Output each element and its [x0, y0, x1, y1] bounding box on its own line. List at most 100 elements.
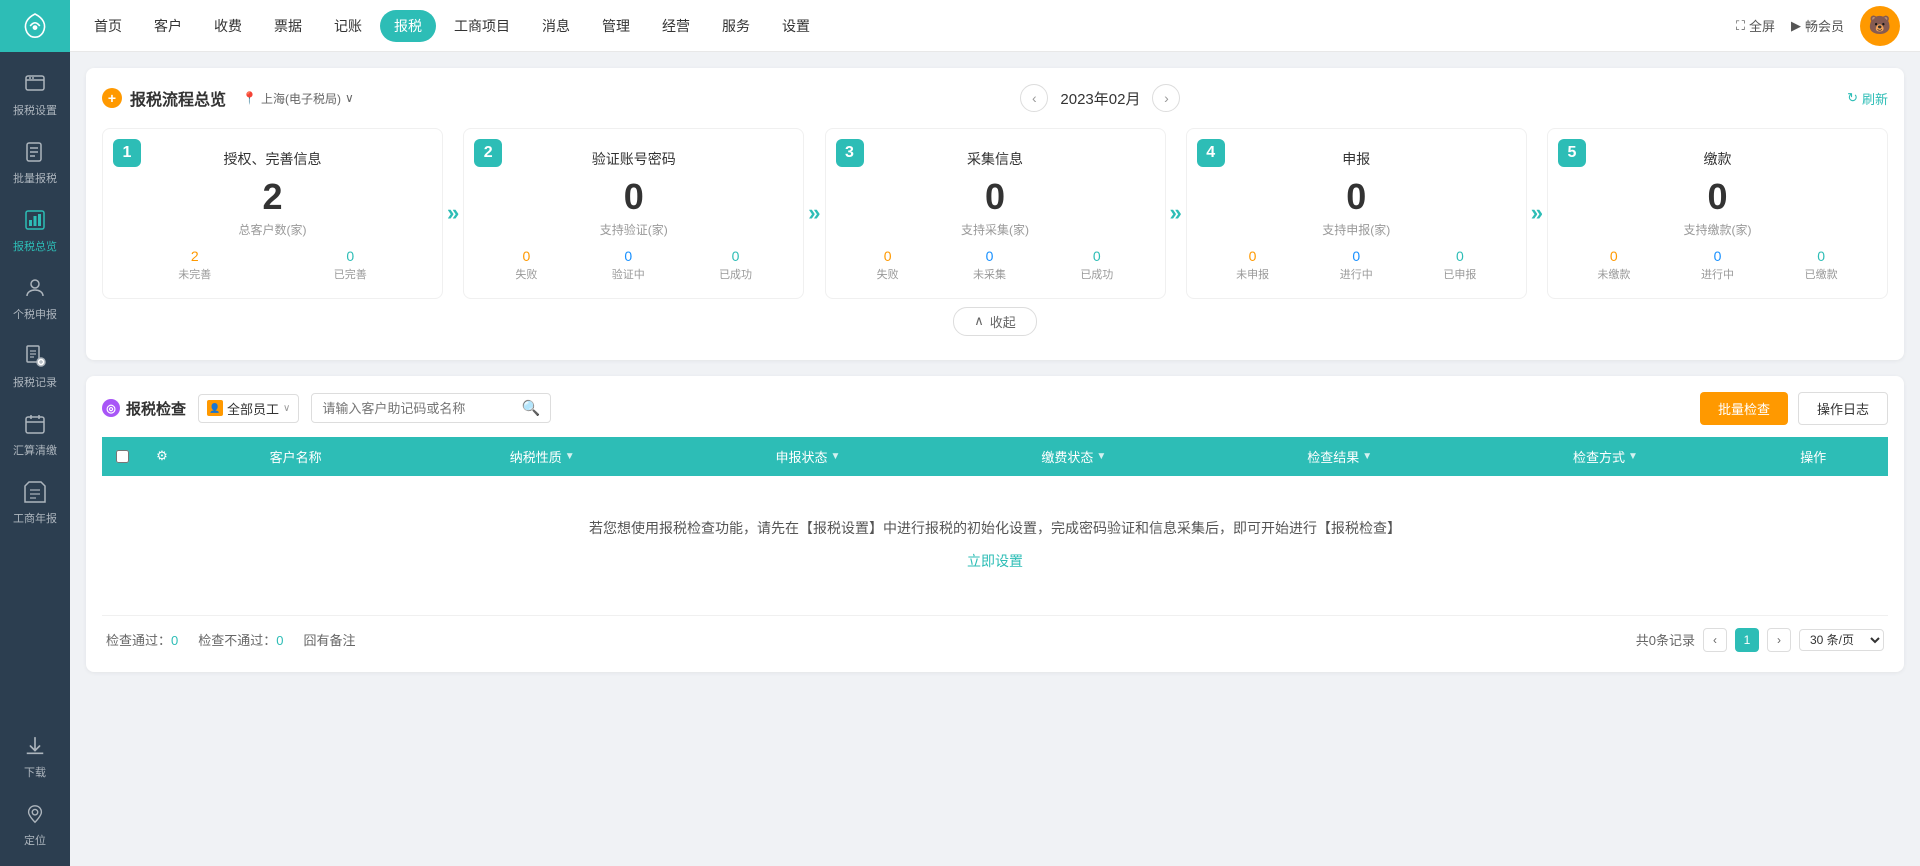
nav-message[interactable]: 消息: [528, 10, 584, 42]
nav-service[interactable]: 服务: [708, 10, 764, 42]
prev-page-button[interactable]: ‹: [1703, 628, 1727, 652]
nav-invoice[interactable]: 票据: [260, 10, 316, 42]
step5-stats: 0 未缴款 0 进行中 0 已缴款: [1564, 248, 1871, 282]
step1-stat-1: 0 已完善: [334, 248, 367, 282]
nav-settings[interactable]: 设置: [768, 10, 824, 42]
fullscreen-button[interactable]: ⛶ 全屏: [1736, 16, 1775, 35]
step3-num: 3: [836, 139, 864, 167]
nav-customer[interactable]: 客户: [140, 10, 196, 42]
title-plus-icon: +: [102, 88, 122, 108]
step4-stats: 0 未申报 0 进行中 0 已申报: [1203, 248, 1510, 282]
fullscreen-icon: ⛶: [1736, 18, 1745, 34]
step2-stat-1: 0 验证中: [612, 248, 645, 282]
search-input[interactable]: [312, 396, 511, 421]
process-card-header: + 报税流程总览 📍 上海(电子税局) ∨ ‹ 2023年02月 › ↻: [102, 84, 1888, 112]
col-tax-type: 纳税性质 ▼: [409, 437, 675, 476]
check-method-filter-icon[interactable]: ▼: [1628, 451, 1638, 462]
refresh-button[interactable]: ↻ 刷新: [1847, 89, 1888, 108]
check-actions: 批量检查 操作日志: [1700, 392, 1888, 425]
step3-subtitle: 支持采集(家): [842, 221, 1149, 238]
has-note-label: 囧有备注: [304, 630, 356, 649]
arrow-icon-3: »: [1170, 200, 1182, 226]
step2-stats: 0 失败 0 验证中 0 已成功: [480, 248, 787, 282]
nav-operation[interactable]: 经营: [648, 10, 704, 42]
arrow-1: »: [443, 128, 463, 299]
step3-stat-2: 0 已成功: [1080, 248, 1113, 282]
collapse-button[interactable]: ∧ 收起: [953, 307, 1037, 336]
search-button[interactable]: 🔍: [512, 394, 551, 422]
table-body-area: 若您想使用报税检查功能，请先在【报税设置】中进行报税的初始化设置，完成密码验证和…: [102, 476, 1888, 611]
date-navigation: ‹ 2023年02月 ›: [1020, 84, 1180, 112]
step1-num: 1: [113, 139, 141, 167]
sidebar-item-tax-record[interactable]: 报税记录: [0, 332, 70, 400]
step1-subtitle: 总客户数(家): [119, 221, 426, 238]
sidebar-item-annual-report[interactable]: 工商年报: [0, 468, 70, 536]
sidebar-item-tax-settings[interactable]: 报税设置: [0, 60, 70, 128]
step3-stats: 0 失败 0 未采集 0 已成功: [842, 248, 1149, 282]
top-navigation: 首页 客户 收费 票据 记账 报税 工商项目 消息 管理 经营 服务 设置 ⛶ …: [0, 0, 1920, 52]
fail-count-link[interactable]: 0: [276, 633, 283, 648]
sidebar-item-individual-tax[interactable]: 个税申报: [0, 264, 70, 332]
sidebar-item-location[interactable]: 定位: [0, 790, 70, 858]
sidebar-item-download[interactable]: 下载: [0, 722, 70, 790]
step5-subtitle: 支持缴款(家): [1564, 221, 1871, 238]
nav-tax[interactable]: 报税: [380, 10, 436, 42]
step-pay: 5 缴款 0 支持缴款(家) 0 未缴款 0 进行中: [1547, 128, 1888, 299]
arrow-icon-2: »: [808, 200, 820, 226]
annual-settlement-icon: [21, 410, 49, 438]
nav-bookkeeping[interactable]: 记账: [320, 10, 376, 42]
step2-num: 2: [474, 139, 502, 167]
table-empty-message: 若您想使用报税检查功能，请先在【报税设置】中进行报税的初始化设置，完成密码验证和…: [102, 476, 1888, 611]
staff-icon: 👤: [207, 400, 223, 416]
process-card-title: + 报税流程总览: [102, 86, 226, 110]
nav-manage[interactable]: 管理: [588, 10, 644, 42]
main-content: + 报税流程总览 📍 上海(电子税局) ∨ ‹ 2023年02月 › ↻: [70, 52, 1920, 866]
staff-selector[interactable]: 👤 全部员工 ∨: [198, 394, 299, 423]
location-selector[interactable]: 📍 上海(电子税局) ∨: [242, 90, 354, 107]
mascot-avatar[interactable]: 🐻: [1860, 6, 1900, 46]
operation-log-button[interactable]: 操作日志: [1798, 392, 1888, 425]
step3-stat-0: 0 失败: [877, 248, 899, 282]
step5-title: 缴款: [1564, 149, 1871, 169]
batch-check-button[interactable]: 批量检查: [1700, 392, 1788, 425]
staff-chevron-icon: ∨: [283, 403, 290, 414]
declare-status-filter-icon[interactable]: ▼: [831, 451, 841, 462]
check-result-filter-icon[interactable]: ▼: [1362, 451, 1372, 462]
nav-business[interactable]: 工商项目: [440, 10, 524, 42]
arrow-4: »: [1527, 128, 1547, 299]
prev-month-button[interactable]: ‹: [1020, 84, 1048, 112]
sidebar-item-annual-settlement[interactable]: 汇算清缴: [0, 400, 70, 468]
chevron-up-icon: ∧: [974, 313, 984, 329]
arrow-icon-4: »: [1531, 200, 1543, 226]
app-logo[interactable]: [0, 0, 70, 52]
per-page-selector[interactable]: 30 条/页 50 条/页 100 条/页: [1799, 629, 1884, 651]
pass-count-link[interactable]: 0: [171, 633, 178, 648]
tax-settings-icon: [21, 70, 49, 98]
tax-type-filter-icon[interactable]: ▼: [565, 451, 575, 462]
col-check-result: 检查结果 ▼: [1207, 437, 1473, 476]
step1-title: 授权、完善信息: [119, 149, 426, 169]
fee-status-filter-icon[interactable]: ▼: [1096, 451, 1106, 462]
next-page-button[interactable]: ›: [1767, 628, 1791, 652]
sidebar-item-batch-tax[interactable]: 批量报税: [0, 128, 70, 196]
top-right-actions: ⛶ 全屏 ▶ 畅会员 🐻: [1736, 6, 1920, 46]
step4-num: 4: [1197, 139, 1225, 167]
current-page: 1: [1735, 628, 1759, 652]
location-pin-icon: 📍: [242, 91, 257, 105]
download-icon: [21, 732, 49, 760]
select-all-checkbox[interactable]: [116, 450, 129, 463]
sidebar-item-tax-overview[interactable]: 报税总览: [0, 196, 70, 264]
settings-gear-icon[interactable]: ⚙: [156, 448, 168, 464]
tax-record-icon: [21, 342, 49, 370]
immediate-setup-link[interactable]: 立即设置: [967, 553, 1023, 569]
next-month-button[interactable]: ›: [1152, 84, 1180, 112]
tax-check-card: ◎ 报税检查 👤 全部员工 ∨ 🔍 批量检查 操作日志: [86, 376, 1904, 672]
tax-check-table-wrapper: ⚙ 客户名称 纳税性质 ▼: [102, 437, 1888, 611]
nav-fee[interactable]: 收费: [200, 10, 256, 42]
current-date: 2023年02月: [1060, 88, 1140, 109]
nav-home[interactable]: 首页: [80, 10, 136, 42]
member-button[interactable]: ▶ 畅会员: [1791, 16, 1844, 35]
search-box: 🔍: [311, 393, 551, 423]
step-declare: 4 申报 0 支持申报(家) 0 未申报 0 进行中: [1186, 128, 1527, 299]
step2-stat-2: 0 已成功: [719, 248, 752, 282]
